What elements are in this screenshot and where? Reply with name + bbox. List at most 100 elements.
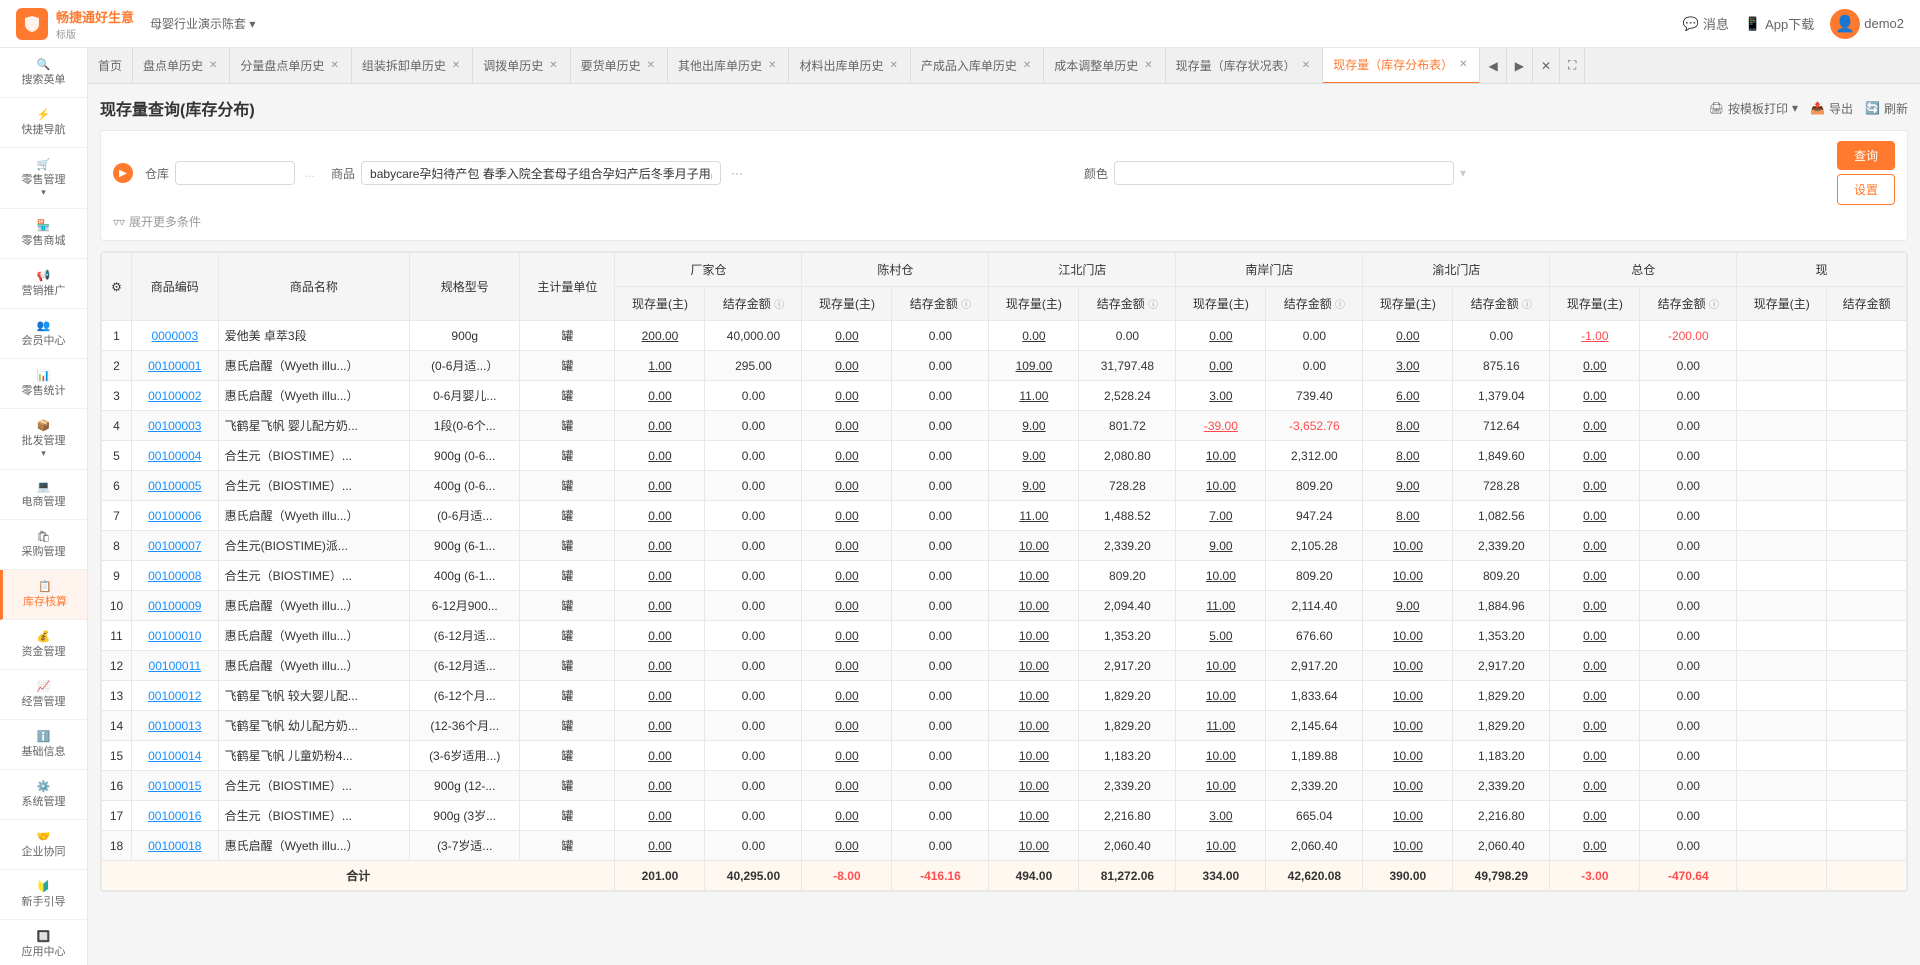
- row-jiangbei-qty[interactable]: 11.00: [989, 381, 1079, 411]
- row-nanan-qty[interactable]: 0.00: [1176, 351, 1266, 381]
- tab-stocktake[interactable]: 盘点单历史 ✕: [133, 48, 230, 84]
- row-factory-qty[interactable]: 0.00: [615, 831, 705, 861]
- tab-close-5[interactable]: ✕: [645, 59, 657, 72]
- row-total-qty[interactable]: -1.00: [1550, 321, 1640, 351]
- sidebar-item-retail-mgmt[interactable]: 🛒 零售管理 ▾: [0, 148, 87, 209]
- row-total-qty[interactable]: 0.00: [1550, 681, 1640, 711]
- row-total-qty[interactable]: 0.00: [1550, 501, 1640, 531]
- tab-requisition[interactable]: 要货单历史 ✕: [571, 48, 668, 84]
- row-total-qty[interactable]: 0.00: [1550, 711, 1640, 741]
- row-code[interactable]: 00100006: [132, 501, 219, 531]
- row-nanan-qty[interactable]: 11.00: [1176, 711, 1266, 741]
- row-jiangbei-qty[interactable]: 9.00: [989, 441, 1079, 471]
- row-code[interactable]: 00100015: [132, 771, 219, 801]
- row-factory-qty[interactable]: 0.00: [615, 531, 705, 561]
- tab-prev-btn[interactable]: ◀: [1480, 48, 1506, 84]
- row-chenshi-qty[interactable]: 0.00: [802, 561, 892, 591]
- row-yubeimen-qty[interactable]: 10.00: [1363, 831, 1453, 861]
- sidebar-item-apps[interactable]: 🔲 应用中心: [0, 920, 87, 965]
- row-nanan-qty[interactable]: 10.00: [1176, 471, 1266, 501]
- row-jiangbei-qty[interactable]: 10.00: [989, 561, 1079, 591]
- tab-home[interactable]: 首页: [88, 48, 133, 84]
- tab-cost-adjust[interactable]: 成本调整单历史 ✕: [1044, 48, 1165, 84]
- row-jiangbei-qty[interactable]: 109.00: [989, 351, 1079, 381]
- row-yubeimen-qty[interactable]: 0.00: [1363, 321, 1453, 351]
- row-jiangbei-qty[interactable]: 9.00: [989, 471, 1079, 501]
- sidebar-item-purchase[interactable]: 🛍 采购管理: [0, 520, 87, 570]
- row-nanan-qty[interactable]: 10.00: [1176, 441, 1266, 471]
- row-nanan-qty[interactable]: 3.00: [1176, 381, 1266, 411]
- refresh-btn[interactable]: 🔄 刷新: [1865, 100, 1908, 117]
- tab-expand-btn[interactable]: ⛶: [1560, 48, 1585, 84]
- sidebar-item-basic[interactable]: ℹ️ 基础信息: [0, 720, 87, 770]
- product-input[interactable]: [361, 161, 721, 185]
- tab-close-3[interactable]: ✕: [450, 59, 462, 72]
- row-yubeimen-qty[interactable]: 10.00: [1363, 621, 1453, 651]
- row-factory-qty[interactable]: 0.00: [615, 501, 705, 531]
- row-nanan-qty[interactable]: -39.00: [1176, 411, 1266, 441]
- row-yubeimen-qty[interactable]: 6.00: [1363, 381, 1453, 411]
- tab-stock-status[interactable]: 现存量（库存状况表） ✕: [1166, 48, 1323, 84]
- row-code[interactable]: 0000003: [132, 321, 219, 351]
- sidebar-item-system[interactable]: ⚙️ 系统管理: [0, 770, 87, 820]
- row-jiangbei-qty[interactable]: 10.00: [989, 741, 1079, 771]
- row-yubeimen-qty[interactable]: 10.00: [1363, 681, 1453, 711]
- sidebar-item-wholesale[interactable]: 📦 批发管理 ▾: [0, 409, 87, 470]
- row-jiangbei-qty[interactable]: 10.00: [989, 831, 1079, 861]
- row-jiangbei-qty[interactable]: 10.00: [989, 681, 1079, 711]
- row-nanan-qty[interactable]: 10.00: [1176, 771, 1266, 801]
- row-chenshi-qty[interactable]: 0.00: [802, 441, 892, 471]
- row-code[interactable]: 00100010: [132, 621, 219, 651]
- row-nanan-qty[interactable]: 11.00: [1176, 591, 1266, 621]
- tab-assembly[interactable]: 组装拆卸单历史 ✕: [352, 48, 473, 84]
- row-factory-qty[interactable]: 0.00: [615, 711, 705, 741]
- row-chenshi-qty[interactable]: 0.00: [802, 681, 892, 711]
- row-yubeimen-qty[interactable]: 10.00: [1363, 711, 1453, 741]
- sidebar-item-finance[interactable]: 💰 资金管理: [0, 620, 87, 670]
- tab-stock-dist[interactable]: 现存量（库存分布表） ✕: [1323, 48, 1480, 84]
- row-nanan-qty[interactable]: 0.00: [1176, 321, 1266, 351]
- message-btn[interactable]: 💬 消息: [1683, 14, 1729, 33]
- row-factory-qty[interactable]: 0.00: [615, 771, 705, 801]
- print-btn[interactable]: 🖨 按模板打印 ▾: [1709, 100, 1798, 117]
- row-total-qty[interactable]: 0.00: [1550, 621, 1640, 651]
- tab-close-7[interactable]: ✕: [887, 59, 899, 72]
- row-yubeimen-qty[interactable]: 8.00: [1363, 441, 1453, 471]
- th-gear[interactable]: ⚙: [102, 253, 132, 321]
- row-code[interactable]: 00100009: [132, 591, 219, 621]
- row-chenshi-qty[interactable]: 0.00: [802, 531, 892, 561]
- sidebar-item-operations[interactable]: 📈 经营管理: [0, 670, 87, 720]
- tab-close-4[interactable]: ✕: [547, 59, 559, 72]
- org-selector[interactable]: 母婴行业演示陈套 ▾: [150, 15, 255, 32]
- row-total-qty[interactable]: 0.00: [1550, 741, 1640, 771]
- row-chenshi-qty[interactable]: 0.00: [802, 801, 892, 831]
- row-factory-qty[interactable]: 200.00: [615, 321, 705, 351]
- row-code[interactable]: 00100002: [132, 381, 219, 411]
- row-factory-qty[interactable]: 0.00: [615, 471, 705, 501]
- row-code[interactable]: 00100008: [132, 561, 219, 591]
- row-total-qty[interactable]: 0.00: [1550, 831, 1640, 861]
- row-factory-qty[interactable]: 0.00: [615, 381, 705, 411]
- row-jiangbei-qty[interactable]: 10.00: [989, 651, 1079, 681]
- row-yubeimen-qty[interactable]: 8.00: [1363, 501, 1453, 531]
- row-factory-qty[interactable]: 0.00: [615, 591, 705, 621]
- color-input[interactable]: [1114, 161, 1454, 185]
- row-jiangbei-qty[interactable]: 10.00: [989, 771, 1079, 801]
- tab-close-9[interactable]: ✕: [1142, 59, 1154, 72]
- row-yubeimen-qty[interactable]: 10.00: [1363, 801, 1453, 831]
- row-factory-qty[interactable]: 0.00: [615, 561, 705, 591]
- row-code[interactable]: 00100005: [132, 471, 219, 501]
- tab-production-in[interactable]: 产成品入库单历史 ✕: [911, 48, 1044, 84]
- row-chenshi-qty[interactable]: 0.00: [802, 411, 892, 441]
- tab-close-1[interactable]: ✕: [207, 59, 219, 72]
- row-total-qty[interactable]: 0.00: [1550, 471, 1640, 501]
- sidebar-item-member[interactable]: 👥 会员中心: [0, 309, 87, 359]
- row-chenshi-qty[interactable]: 0.00: [802, 711, 892, 741]
- row-chenshi-qty[interactable]: 0.00: [802, 381, 892, 411]
- row-jiangbei-qty[interactable]: 9.00: [989, 411, 1079, 441]
- row-factory-qty[interactable]: 0.00: [615, 681, 705, 711]
- row-nanan-qty[interactable]: 10.00: [1176, 741, 1266, 771]
- tab-close-11[interactable]: ✕: [1457, 58, 1469, 71]
- row-total-qty[interactable]: 0.00: [1550, 561, 1640, 591]
- row-nanan-qty[interactable]: 10.00: [1176, 681, 1266, 711]
